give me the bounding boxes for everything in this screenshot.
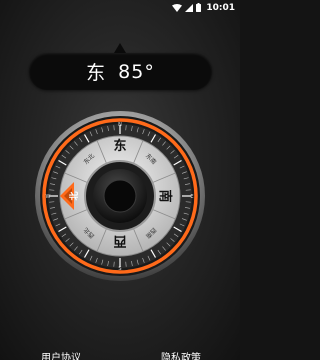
- heading-display: 东 85°: [29, 53, 212, 90]
- cardinal-east: 东: [113, 138, 126, 154]
- heading-pointer-icon: [114, 43, 126, 53]
- wifi-icon: [172, 3, 183, 12]
- cardinal-south: 南: [157, 189, 173, 202]
- footer-links: 用户协议 隐私政策: [0, 345, 240, 360]
- compass-dial: 东 南 西 东北 东南 西南 西北 北 N E S W: [35, 111, 205, 281]
- status-time: 10:01: [206, 2, 235, 13]
- ring-label-w: W: [46, 194, 51, 200]
- status-bar: 10:01: [0, 0, 240, 15]
- ring-label-e: E: [190, 194, 193, 200]
- signal-icon: [185, 3, 194, 12]
- heading-degrees: 85°: [118, 60, 155, 83]
- hub-core: [103, 179, 137, 213]
- cardinal-west: 西: [113, 233, 126, 248]
- battery-icon: [196, 3, 202, 12]
- cardinal-north: 北: [68, 191, 80, 200]
- ring-label-s: S: [118, 266, 121, 272]
- privacy-policy-link[interactable]: 隐私政策: [161, 349, 201, 360]
- user-agreement-link[interactable]: 用户协议: [41, 349, 81, 360]
- heading-direction: 东: [86, 62, 107, 84]
- ring-label-n: N: [118, 122, 122, 128]
- compass-screen: 10:01 东 85° 东 南 西 东北 东南 西南 西北 北 N E S W …: [0, 0, 240, 360]
